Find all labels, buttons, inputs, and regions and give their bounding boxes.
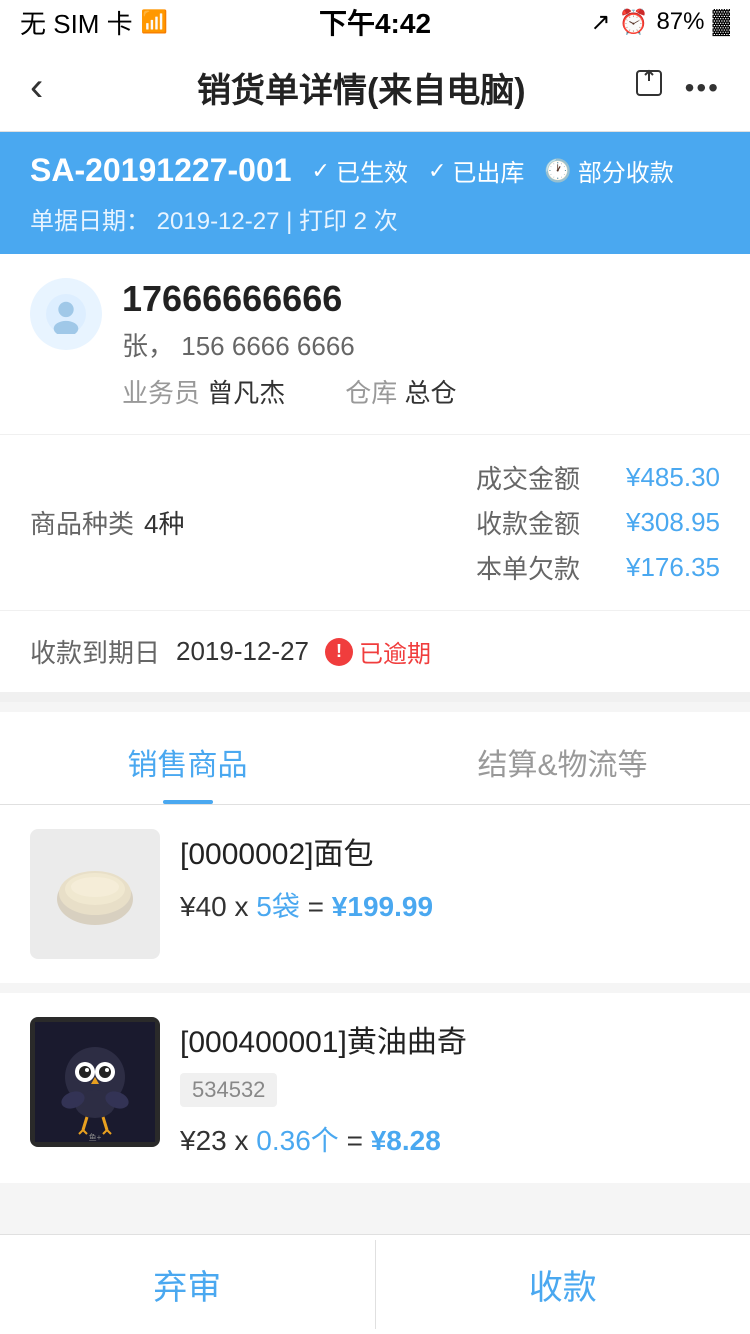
product-tag-2: 534532 — [180, 1073, 277, 1107]
product-info-2: [000400001]黄油曲奇 534532 ¥23 x 0.36个 = ¥8.… — [180, 1017, 720, 1159]
overdue-text: 已逾期 — [359, 634, 431, 669]
customer-meta: 业务员 曾凡杰 仓库 总仓 — [122, 373, 720, 410]
product-list: [0000002]面包 ¥40 x 5袋 = ¥199.99 — [0, 805, 750, 1183]
list-item: 鱼+ [000400001]黄油曲奇 534532 ¥23 x 0.36个 = … — [0, 993, 750, 1183]
customer-info: 17666666666 张， 156 6666 6666 业务员 曾凡杰 仓库 … — [122, 278, 720, 410]
product-types: 商品种类 4种 — [30, 459, 375, 586]
stats-section: 商品种类 4种 成交金额 ¥485.30 收款金额 ¥308.95 本单欠款 ¥… — [0, 435, 750, 611]
svg-text:鱼+: 鱼+ — [89, 1132, 102, 1142]
salesperson-field: 业务员 曾凡杰 — [122, 373, 285, 410]
product-image-bread — [30, 829, 160, 959]
tab-products[interactable]: 销售商品 — [0, 712, 375, 804]
list-item: [0000002]面包 ¥40 x 5袋 = ¥199.99 — [0, 805, 750, 983]
due-date: 2019-12-27 — [176, 636, 309, 667]
status-right: ↗ ⏰ 87% ▓ — [590, 8, 730, 37]
clock-icon: 🕐 — [544, 158, 571, 184]
overdue-badge: ! 已逾期 — [325, 634, 431, 669]
warehouse-label: 仓库 — [345, 378, 397, 408]
overdue-icon: ! — [325, 638, 353, 666]
date-label: 单据日期： — [30, 208, 150, 235]
status-bar: 无 SIM 卡 📶 下午4:42 ↗ ⏰ 87% ▓ — [0, 0, 750, 44]
banner-status-row: SA-20191227-001 ✓ 已生效 ✓ 已出库 🕐 部分收款 — [30, 152, 720, 189]
location-icon: ↗ — [590, 8, 610, 37]
product-total-2: ¥8.28 — [371, 1125, 441, 1156]
customer-phone: 张， 156 6666 6666 — [122, 326, 720, 363]
product-price-1: ¥40 x 5袋 = ¥199.99 — [180, 885, 720, 925]
warehouse-value: 总仓 — [405, 378, 457, 408]
status-left: 无 SIM 卡 📶 — [20, 4, 168, 41]
product-price-2: ¥23 x 0.36个 = ¥8.28 — [180, 1119, 720, 1159]
receipt-label: 收款金额 — [476, 504, 580, 541]
battery-icon: ▓ — [713, 8, 731, 36]
wifi-icon: 📶 — [141, 9, 168, 35]
product-info-1: [0000002]面包 ¥40 x 5袋 = ¥199.99 — [180, 829, 720, 925]
type-label: 商品种类 — [30, 504, 134, 541]
product-name-1: [0000002]面包 — [180, 829, 720, 873]
battery-text: 87% — [656, 8, 704, 36]
due-section: 收款到期日 2019-12-27 ! 已逾期 — [0, 611, 750, 702]
cancel-review-button[interactable]: 弃审 — [0, 1240, 376, 1329]
salesperson-value: 曾凡杰 — [207, 378, 285, 408]
order-date: 2019-12-27 — [157, 208, 280, 235]
receipt-button[interactable]: 收款 — [376, 1240, 750, 1329]
status-badge-partial: 🕐 部分收款 — [544, 153, 673, 188]
nav-actions: ••• — [633, 67, 720, 108]
more-button[interactable]: ••• — [685, 72, 720, 104]
owed-amount-row: 本单欠款 ¥176.35 — [375, 549, 720, 586]
back-button[interactable]: ‹ — [30, 65, 90, 110]
owed-label: 本单欠款 — [476, 549, 580, 586]
avatar — [30, 278, 102, 350]
check-icon-1: ✓ — [312, 158, 330, 184]
nav-bar: ‹ 销货单详情(来自电脑) ••• — [0, 44, 750, 132]
banner-date-row: 单据日期： 2019-12-27 | 打印 2 次 — [30, 201, 720, 236]
status-badge-shipped: ✓ 已出库 — [428, 153, 524, 188]
status-badge-effected: ✓ 已生效 — [312, 153, 408, 188]
due-label: 收款到期日 — [30, 633, 160, 670]
deal-label: 成交金额 — [476, 459, 580, 496]
tab-settlement[interactable]: 结算&物流等 — [375, 712, 750, 804]
receipt-value: ¥308.95 — [600, 507, 720, 538]
product-qty-1: 5袋 — [256, 891, 300, 922]
receipt-amount-row: 收款金额 ¥308.95 — [375, 504, 720, 541]
order-id: SA-20191227-001 — [30, 152, 292, 189]
share-icon[interactable] — [633, 67, 665, 108]
owed-value: ¥176.35 — [600, 552, 720, 583]
page-title: 销货单详情(来自电脑) — [197, 63, 526, 112]
product-total-1: ¥199.99 — [332, 891, 433, 922]
product-qty-2: 0.36个 — [256, 1125, 339, 1156]
financial-stats: 成交金额 ¥485.30 收款金额 ¥308.95 本单欠款 ¥176.35 — [375, 459, 720, 586]
check-icon-2: ✓ — [428, 158, 446, 184]
bottom-bar: 弃审 收款 — [0, 1234, 750, 1334]
product-name-2: [000400001]黄油曲奇 — [180, 1017, 720, 1061]
deal-amount-row: 成交金额 ¥485.30 — [375, 459, 720, 496]
product-image-owl: 鱼+ — [30, 1017, 160, 1147]
carrier-text: 无 SIM 卡 — [20, 4, 133, 41]
warehouse-field: 仓库 总仓 — [345, 373, 456, 410]
customer-account: 17666666666 — [122, 278, 720, 320]
alarm-icon: ⏰ — [619, 8, 649, 37]
status-time: 下午4:42 — [319, 2, 431, 42]
order-banner: SA-20191227-001 ✓ 已生效 ✓ 已出库 🕐 部分收款 单据日期：… — [0, 132, 750, 254]
type-count: 4种 — [144, 504, 184, 541]
salesperson-label: 业务员 — [122, 378, 200, 408]
customer-section: 17666666666 张， 156 6666 6666 业务员 曾凡杰 仓库 … — [0, 254, 750, 435]
print-info: | 打印 2 次 — [286, 208, 398, 235]
product-tabs: 销售商品 结算&物流等 — [0, 712, 750, 805]
deal-value: ¥485.30 — [600, 462, 720, 493]
